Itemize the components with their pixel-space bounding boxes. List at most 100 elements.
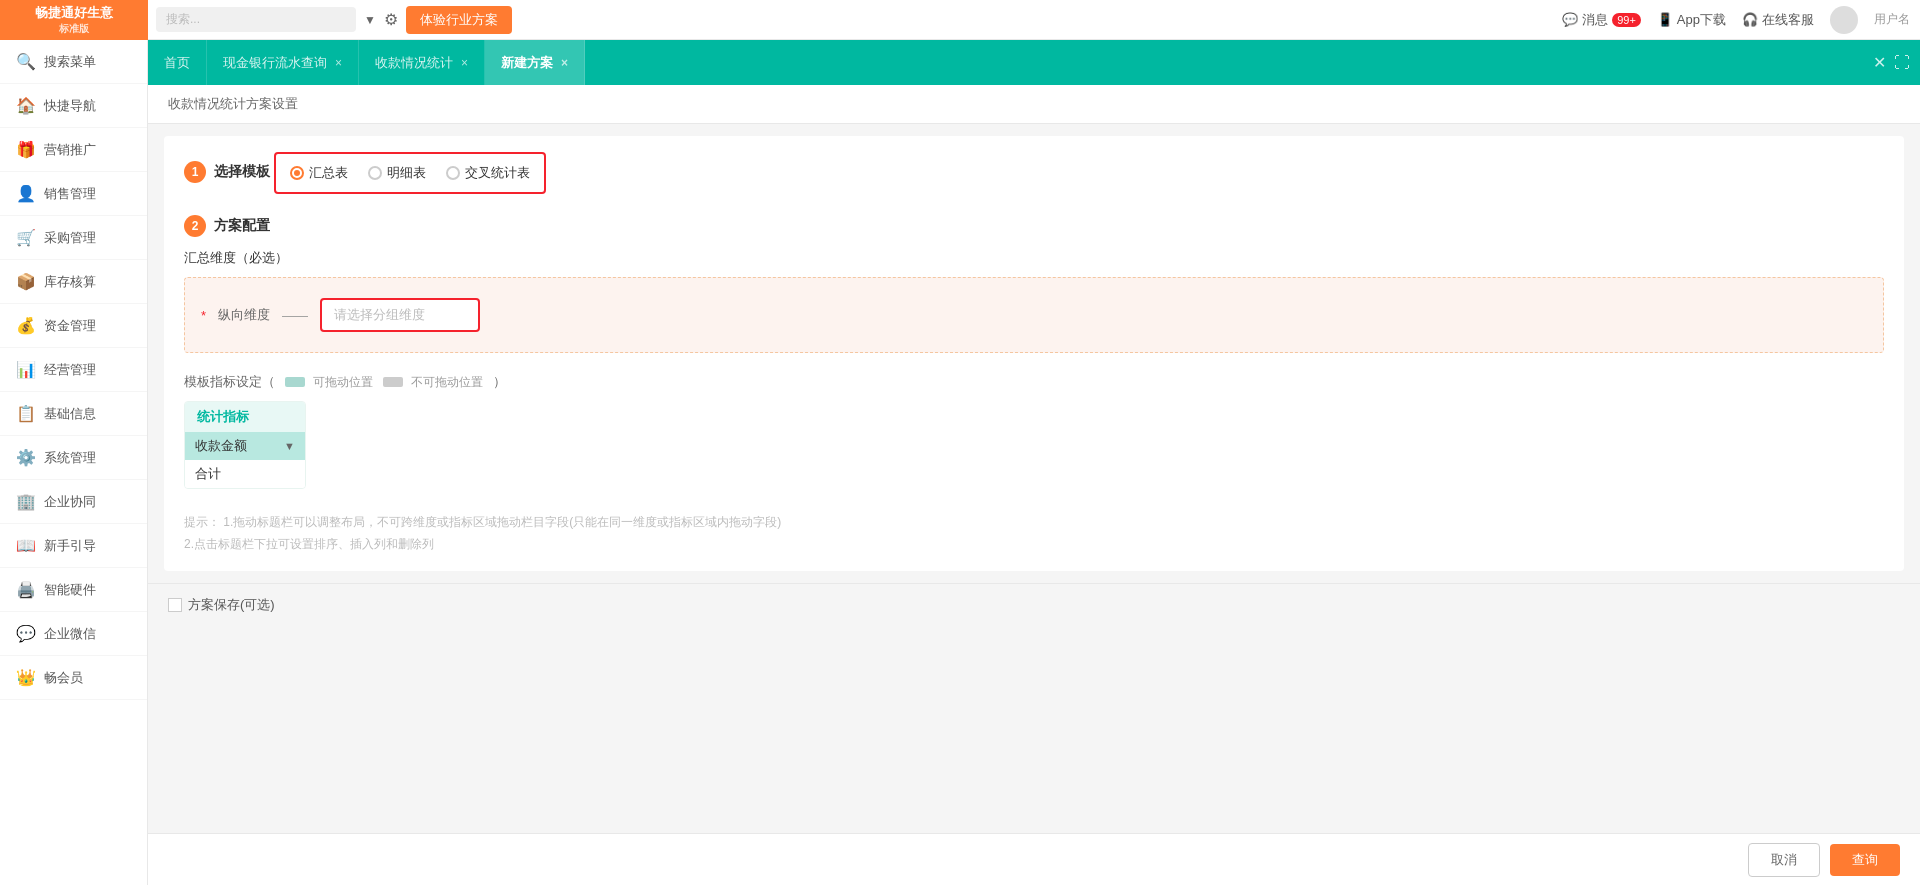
template-row: 汇总表 明细表 交叉统计表 [274,152,546,194]
dim-placeholder: 请选择分组维度 [334,307,425,322]
tab-new-plan[interactable]: 新建方案 × [485,40,585,85]
message-icon: 💬 [1562,12,1578,27]
gear-icon[interactable]: ⚙ [384,10,398,29]
marketing-icon: 🎁 [16,140,36,159]
sidebar-item-newbie[interactable]: 📖 新手引导 [0,524,147,568]
top-header: 畅捷通好生意 标准版 搜索... ▼ ⚙ 体验行业方案 💬 消息 99+ 📱 A… [0,0,1920,40]
sidebar-item-operations[interactable]: 📊 经营管理 [0,348,147,392]
sidebar-item-marketing[interactable]: 🎁 营销推广 [0,128,147,172]
customer-service-btn[interactable]: 🎧 在线客服 [1742,11,1814,29]
tab-bank-flow[interactable]: 现金银行流水查询 × [207,40,359,85]
sidebar: 🔍 搜索菜单 🏠 快捷导航 🎁 营销推广 👤 销售管理 🛒 采购管理 📦 库存核… [0,40,148,885]
search-text: 搜索... [166,12,200,26]
sidebar-label-operations: 经营管理 [44,361,96,379]
tab-bank-flow-close[interactable]: × [335,56,342,70]
hint-line2: 2.点击标题栏下拉可设置排序、插入列和删除列 [184,534,1884,556]
sidebar-item-finance[interactable]: 💰 资金管理 [0,304,147,348]
save-checkbox[interactable] [168,598,182,612]
step2-label: 2 方案配置 [184,215,270,237]
save-checkbox-label: 方案保存(可选) [188,596,275,614]
fixed-label: 不可拖动位置 [411,374,483,391]
sidebar-label-enterprise: 企业协同 [44,493,96,511]
app-download-label: App下载 [1677,11,1726,29]
dim-arrow: —— [282,308,308,323]
hint-line1: 提示： 1.拖动标题栏可以调整布局，不可跨维度或指标区域拖动栏目字段(只能在同一… [184,512,1884,534]
dim-select-dropdown[interactable]: 请选择分组维度 [320,298,480,332]
radio-detail-label: 明细表 [387,164,426,182]
tab-home[interactable]: 首页 [148,40,207,85]
tab-receipt-stats[interactable]: 收款情况统计 × [359,40,485,85]
membership-icon: 👑 [16,668,36,687]
sidebar-label-membership: 畅会员 [44,669,83,687]
app-download-btn[interactable]: 📱 App下载 [1657,11,1726,29]
radio-cross[interactable]: 交叉统计表 [446,164,530,182]
radio-cross-circle [446,166,460,180]
radio-summary[interactable]: 汇总表 [290,164,348,182]
sidebar-item-quick-nav[interactable]: 🏠 快捷导航 [0,84,147,128]
required-asterisk: * [201,308,206,323]
newbie-icon: 📖 [16,536,36,555]
smart-hardware-icon: 🖨️ [16,580,36,599]
step2-num: 2 [184,215,206,237]
step1-container: 1 选择模板 汇总表 明细表 [184,152,1884,195]
sidebar-item-wechat[interactable]: 💬 企业微信 [0,612,147,656]
indicator-settings-label: 模板指标设定（ [184,373,275,391]
tab-bar-right: ✕ ⛶ [1863,40,1920,85]
radio-cross-label: 交叉统计表 [465,164,530,182]
section-card: 1 选择模板 汇总表 明细表 [164,136,1904,571]
sales-icon: 👤 [16,184,36,203]
finance-icon: 💰 [16,316,36,335]
tab-bar: 首页 现金银行流水查询 × 收款情况统计 × 新建方案 × ✕ ⛶ [148,40,1920,85]
sidebar-item-inventory[interactable]: 📦 库存核算 [0,260,147,304]
trial-button[interactable]: 体验行业方案 [406,6,512,34]
chevron-down-icon: ▼ [284,440,295,452]
sidebar-item-smart-hardware[interactable]: 🖨️ 智能硬件 [0,568,147,612]
inventory-icon: 📦 [16,272,36,291]
indicator-settings: 模板指标设定（ 可拖动位置 不可拖动位置 ） [184,373,1884,492]
stats-indicator-section: 统计指标 收款金额 ▼ 合计 [184,401,306,489]
page-content: 收款情况统计方案设置 1 选择模板 汇总表 [148,85,1920,885]
fixed-dot [383,377,403,387]
bottom-save-option: 方案保存(可选) [148,583,1920,626]
notifications-badge: 99+ [1612,13,1641,27]
tab-new-plan-close[interactable]: × [561,56,568,70]
stats-header: 统计指标 [185,402,305,432]
enterprise-icon: 🏢 [16,492,36,511]
base-info-icon: 📋 [16,404,36,423]
main-wrapper: 🔍 搜索菜单 🏠 快捷导航 🎁 营销推广 👤 销售管理 🛒 采购管理 📦 库存核… [0,40,1920,885]
sidebar-label-purchase: 采购管理 [44,229,96,247]
sidebar-item-sales[interactable]: 👤 销售管理 [0,172,147,216]
bottom-bar: 取消 查询 [148,833,1920,885]
movable-label: 可拖动位置 [313,374,373,391]
cancel-button[interactable]: 取消 [1748,843,1820,877]
breadcrumb-text: 收款情况统计方案设置 [168,96,298,111]
step1-num: 1 [184,161,206,183]
sidebar-item-system[interactable]: ⚙️ 系统管理 [0,436,147,480]
sidebar-item-search-menu[interactable]: 🔍 搜索菜单 [0,40,147,84]
query-button[interactable]: 查询 [1830,844,1900,876]
sidebar-item-membership[interactable]: 👑 畅会员 [0,656,147,700]
notifications-btn[interactable]: 💬 消息 99+ [1562,11,1641,29]
customer-service-label: 在线客服 [1762,11,1814,29]
step1-title: 选择模板 [214,163,270,181]
user-avatar[interactable] [1830,6,1858,34]
stats-item-receipt-amount[interactable]: 收款金额 ▼ [185,432,305,460]
header-search-bar[interactable]: 搜索... [156,7,356,32]
vertical-dim-label: 纵向维度 [218,306,270,324]
sidebar-item-base-info[interactable]: 📋 基础信息 [0,392,147,436]
summary-dim-title: 汇总维度（必选） [184,249,1884,267]
sidebar-item-enterprise[interactable]: 🏢 企业协同 [0,480,147,524]
tab-close-window-icon[interactable]: ✕ [1873,53,1886,72]
system-icon: ⚙️ [16,448,36,467]
app-edition: 标准版 [59,22,89,36]
header-dropdown-btn[interactable]: ▼ [364,13,376,27]
purchase-icon: 🛒 [16,228,36,247]
legend-fixed: 不可拖动位置 [383,374,483,391]
tab-receipt-stats-close[interactable]: × [461,56,468,70]
search-menu-icon: 🔍 [16,52,36,71]
tab-maximize-icon[interactable]: ⛶ [1894,54,1910,72]
stats-sum: 合计 [185,460,305,488]
tab-bank-flow-label: 现金银行流水查询 [223,54,327,72]
sidebar-item-purchase[interactable]: 🛒 采购管理 [0,216,147,260]
radio-detail[interactable]: 明细表 [368,164,426,182]
